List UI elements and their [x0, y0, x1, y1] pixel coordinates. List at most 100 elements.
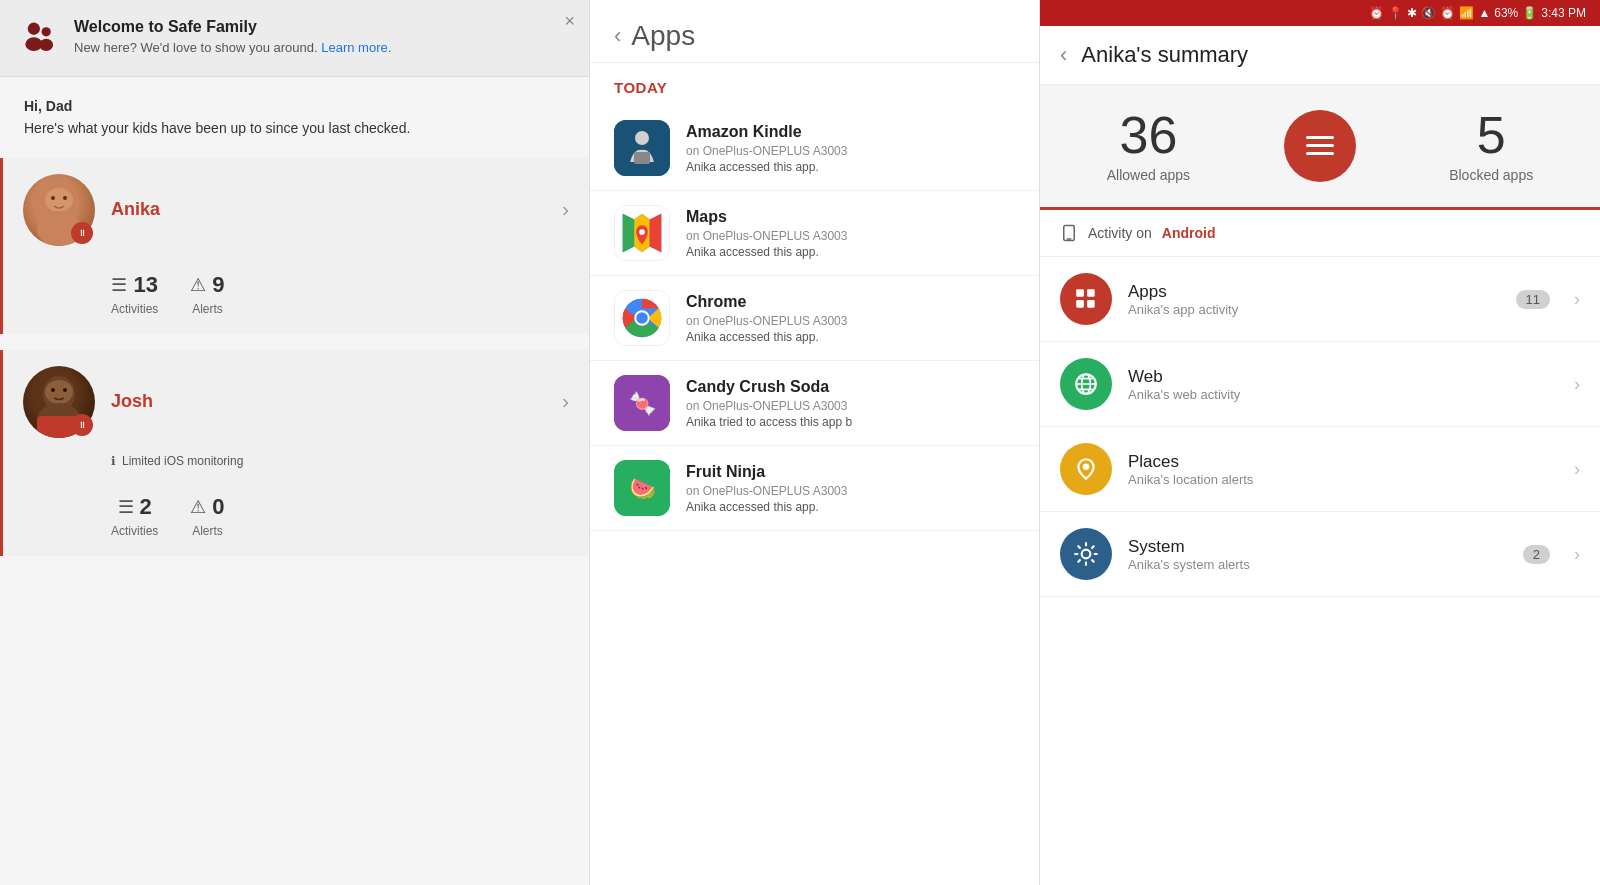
middle-panel: ‹ Apps TODAY Amazon Kindle on OnePlus-ON…: [590, 0, 1040, 885]
places-activity-icon: [1060, 443, 1112, 495]
greeting: Hi, Dad Here's what your kids have been …: [0, 77, 589, 150]
app-item-maps[interactable]: Maps on OnePlus-ONEPLUS A3003 Anika acce…: [590, 191, 1039, 276]
globe-icon: [1073, 371, 1099, 397]
svg-point-2: [42, 27, 51, 36]
battery-icon: 🔋: [1522, 6, 1537, 20]
blocked-apps-stat: 5 Blocked apps: [1449, 109, 1533, 183]
josh-chevron-icon: ›: [562, 390, 569, 413]
alerts-stat-anika: ⚠ 9 Alerts: [190, 272, 224, 316]
svg-rect-34: [1306, 144, 1334, 147]
child-card-anika[interactable]: ⏸ Anika › ☰ 13 Activities ⚠ 9 Alerts: [0, 158, 589, 334]
today-label: TODAY: [590, 63, 1039, 106]
middle-header: ‹ Apps: [590, 0, 1039, 63]
apps-chevron-icon: ›: [1574, 289, 1580, 310]
svg-point-12: [51, 388, 55, 392]
activities-stat-josh: ☰ 2 Activities: [111, 494, 158, 538]
places-activity-name: Places: [1128, 452, 1558, 472]
activity-item-web[interactable]: Web Anika's web activity ›: [1040, 342, 1600, 427]
apps-activity-icon: [1060, 273, 1112, 325]
right-panel: ⏰ 📍 ✱ 🔇 ⏰ 📶 ▲ 63% 🔋 3:43 PM ‹ Anika's su…: [1040, 0, 1600, 885]
close-button[interactable]: ×: [564, 12, 575, 30]
svg-point-28: [636, 312, 648, 324]
apps-badge: 11: [1516, 290, 1550, 309]
chrome-access: Anika accessed this app.: [686, 330, 1015, 344]
allowed-apps-stat: 36 Allowed apps: [1107, 109, 1190, 183]
svg-point-10: [45, 380, 73, 404]
family-icon: [20, 18, 60, 58]
ios-note-josh: ℹ Limited iOS monitoring: [3, 454, 589, 484]
welcome-subtitle: New here? We'd love to show you around. …: [74, 40, 391, 55]
blocked-label: Blocked apps: [1449, 167, 1533, 183]
battery-pct: 63%: [1494, 6, 1518, 20]
time-display: 3:43 PM: [1541, 6, 1586, 20]
welcome-text: Welcome to Safe Family New here? We'd lo…: [74, 18, 391, 55]
mute-icon: 🔇: [1421, 6, 1436, 20]
candy-device: on OnePlus-ONEPLUS A3003: [686, 399, 1015, 413]
child-stats-anika: ☰ 13 Activities ⚠ 9 Alerts: [3, 262, 589, 334]
pause-badge-anika: ⏸: [71, 222, 93, 244]
fruit-access: Anika accessed this app.: [686, 500, 1015, 514]
system-activity-name: System: [1128, 537, 1507, 557]
back-button[interactable]: ‹: [614, 23, 621, 49]
system-activity-icon: [1060, 528, 1112, 580]
fruit-app-icon: 🍉: [614, 460, 670, 516]
learn-more-link[interactable]: Learn more.: [321, 40, 391, 55]
svg-point-7: [51, 196, 55, 200]
apps-activity-sub: Anika's app activity: [1128, 302, 1500, 317]
child-stats-josh: ☰ 2 Activities ⚠ 0 Alerts: [3, 484, 589, 556]
app-item-chrome[interactable]: Chrome on OnePlus-ONEPLUS A3003 Anika ac…: [590, 276, 1039, 361]
app-list: Amazon Kindle on OnePlus-ONEPLUS A3003 A…: [590, 106, 1039, 885]
kindle-device: on OnePlus-ONEPLUS A3003: [686, 144, 1015, 158]
svg-rect-40: [1076, 300, 1084, 308]
welcome-banner: Welcome to Safe Family New here? We'd lo…: [0, 0, 589, 77]
activities-icon-josh: ☰: [118, 496, 134, 518]
pin-icon: [1073, 456, 1099, 482]
child-card-josh[interactable]: ⏸ Josh › ℹ Limited iOS monitoring ☰ 2 Ac…: [0, 350, 589, 556]
maps-name: Maps: [686, 208, 1015, 226]
activity-item-places[interactable]: Places Anika's location alerts ›: [1040, 427, 1600, 512]
kindle-access: Anika accessed this app.: [686, 160, 1015, 174]
svg-rect-15: [614, 120, 670, 176]
apps-title: Apps: [631, 20, 695, 52]
web-activity-icon: [1060, 358, 1112, 410]
signal-icon: ▲: [1478, 6, 1490, 20]
alerts-icon-josh: ⚠: [190, 496, 206, 518]
candy-info: Candy Crush Soda on OnePlus-ONEPLUS A300…: [686, 378, 1015, 429]
maps-info: Maps on OnePlus-ONEPLUS A3003 Anika acce…: [686, 208, 1015, 259]
child-header-josh: ⏸ Josh ›: [3, 350, 589, 454]
svg-text:🍬: 🍬: [629, 390, 657, 417]
gear-icon: [1073, 541, 1099, 567]
chrome-name: Chrome: [686, 293, 1015, 311]
candy-app-icon: 🍬: [614, 375, 670, 431]
kindle-app-icon: [614, 120, 670, 176]
app-item-kindle[interactable]: Amazon Kindle on OnePlus-ONEPLUS A3003 A…: [590, 106, 1039, 191]
web-activity-name: Web: [1128, 367, 1558, 387]
allowed-count: 36: [1107, 109, 1190, 161]
child-header-anika: ⏸ Anika ›: [3, 158, 589, 262]
svg-rect-35: [1306, 152, 1334, 155]
right-back-button[interactable]: ‹: [1060, 42, 1067, 68]
chrome-device: on OnePlus-ONEPLUS A3003: [686, 314, 1015, 328]
maps-device: on OnePlus-ONEPLUS A3003: [686, 229, 1015, 243]
svg-point-3: [39, 39, 53, 51]
activity-item-system[interactable]: System Anika's system alerts 2 ›: [1040, 512, 1600, 597]
android-label: Android: [1162, 225, 1216, 241]
summary-menu-button[interactable]: [1284, 110, 1356, 182]
activities-icon: ☰: [111, 274, 127, 296]
apps-activity-info: Apps Anika's app activity: [1128, 282, 1500, 317]
welcome-title: Welcome to Safe Family: [74, 18, 391, 36]
places-activity-sub: Anika's location alerts: [1128, 472, 1558, 487]
app-item-fruit[interactable]: 🍉 Fruit Ninja on OnePlus-ONEPLUS A3003 A…: [590, 446, 1039, 531]
activity-item-apps[interactable]: Apps Anika's app activity 11 ›: [1040, 257, 1600, 342]
candy-access: Anika tried to access this app b: [686, 415, 1015, 429]
kindle-info: Amazon Kindle on OnePlus-ONEPLUS A3003 A…: [686, 123, 1015, 174]
allowed-label: Allowed apps: [1107, 167, 1190, 183]
device-icon: [1060, 224, 1078, 242]
svg-point-16: [635, 131, 649, 145]
alerts-icon-anika: ⚠: [190, 274, 206, 296]
alarm-icon: ⏰: [1369, 6, 1384, 20]
places-activity-info: Places Anika's location alerts: [1128, 452, 1558, 487]
places-chevron-icon: ›: [1574, 459, 1580, 480]
app-item-candy[interactable]: 🍬 Candy Crush Soda on OnePlus-ONEPLUS A3…: [590, 361, 1039, 446]
svg-rect-38: [1076, 289, 1084, 297]
